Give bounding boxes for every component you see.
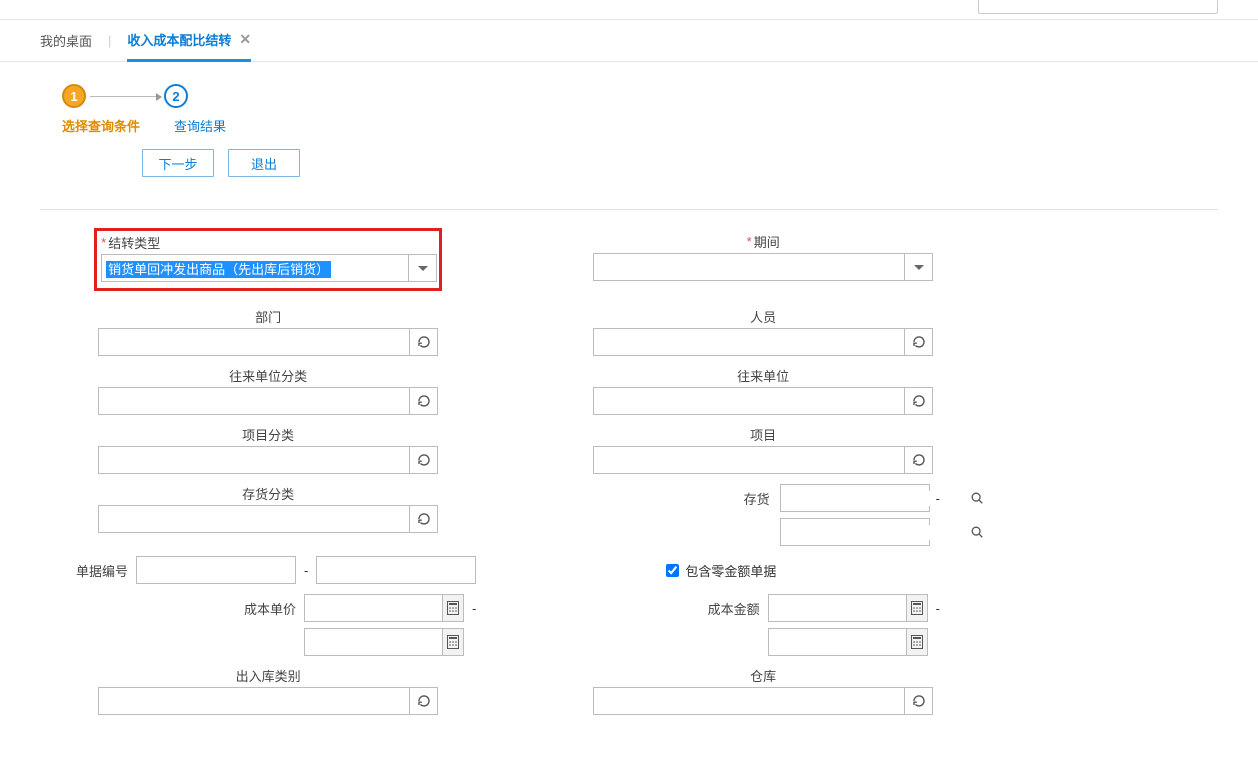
refresh-icon[interactable] (904, 447, 932, 473)
tab-separator: | (108, 33, 111, 48)
label-warehouse: 仓库 (750, 666, 776, 685)
step-2-label[interactable]: 查询结果 (174, 116, 226, 135)
partner-input[interactable] (593, 387, 933, 415)
label-transfer-type: * 结转类型 (101, 233, 437, 252)
calculator-icon[interactable] (906, 629, 927, 655)
range-dash: - (936, 601, 940, 616)
tab-desktop[interactable]: 我的桌面 (40, 21, 92, 60)
io-type-input[interactable] (98, 687, 438, 715)
range-dash: - (472, 601, 476, 616)
amount-cost-to-input[interactable] (768, 628, 928, 656)
label-partner-cat: 往来单位分类 (229, 366, 307, 385)
step-line (90, 96, 160, 97)
highlight-transfer-type: * 结转类型 销货单回冲发出商品（先出库后销货） (94, 228, 442, 291)
global-search-stub[interactable] (978, 0, 1218, 14)
chevron-down-icon[interactable] (904, 254, 932, 280)
calculator-icon[interactable] (442, 595, 463, 621)
exit-button[interactable]: 退出 (228, 149, 300, 177)
warehouse-input[interactable] (593, 687, 933, 715)
range-dash: - (304, 563, 308, 578)
refresh-icon[interactable] (904, 388, 932, 414)
unit-cost-from-input[interactable] (304, 594, 464, 622)
label-amount-cost: 成本金额 (708, 599, 760, 618)
close-icon[interactable]: ✕ (239, 31, 251, 48)
tab-active-label: 收入成本配比结转 (127, 30, 231, 49)
label-unit-cost: 成本单价 (244, 599, 296, 618)
step-2-circle[interactable]: 2 (164, 84, 188, 108)
period-select[interactable] (593, 253, 933, 281)
refresh-icon[interactable] (409, 329, 437, 355)
label-inventory-cat: 存货分类 (242, 484, 294, 503)
person-input[interactable] (593, 328, 933, 356)
calculator-icon[interactable] (906, 595, 927, 621)
refresh-icon[interactable] (409, 688, 437, 714)
label-partner: 往来单位 (737, 366, 789, 385)
dept-input[interactable] (98, 328, 438, 356)
next-button[interactable]: 下一步 (142, 149, 214, 177)
doc-no-from-input[interactable] (136, 556, 296, 584)
label-project-cat: 项目分类 (242, 425, 294, 444)
step-1-circle: 1 (62, 84, 86, 108)
inventory-cat-input[interactable] (98, 505, 438, 533)
inventory-from-input[interactable] (780, 484, 930, 512)
chevron-down-icon[interactable] (408, 255, 436, 281)
project-cat-input[interactable] (98, 446, 438, 474)
label-dept: 部门 (255, 307, 281, 326)
refresh-icon[interactable] (904, 329, 932, 355)
refresh-icon[interactable] (409, 447, 437, 473)
transfer-type-select[interactable]: 销货单回冲发出商品（先出库后销货） (101, 254, 437, 282)
partner-cat-input[interactable] (98, 387, 438, 415)
transfer-type-value: 销货单回冲发出商品（先出库后销货） (106, 261, 331, 278)
label-project: 项目 (750, 425, 776, 444)
include-zero-checkbox[interactable] (666, 564, 679, 577)
amount-cost-from-input[interactable] (768, 594, 928, 622)
step-1-label: 选择查询条件 (62, 116, 140, 135)
label-person: 人员 (750, 307, 776, 326)
label-doc-no: 单据编号 (60, 561, 128, 580)
refresh-icon[interactable] (904, 688, 932, 714)
refresh-icon[interactable] (409, 388, 437, 414)
label-io-type: 出入库类别 (236, 666, 301, 685)
wizard-steps: 1 2 (62, 84, 1196, 108)
unit-cost-to-input[interactable] (304, 628, 464, 656)
project-input[interactable] (593, 446, 933, 474)
tab-bar: 我的桌面 | 收入成本配比结转 ✕ (0, 20, 1258, 62)
label-inventory: 存货 (744, 489, 770, 508)
label-period: * 期间 (747, 232, 780, 251)
calculator-icon[interactable] (442, 629, 463, 655)
doc-no-to-input[interactable] (316, 556, 476, 584)
search-icon[interactable] (970, 525, 984, 539)
refresh-icon[interactable] (409, 506, 437, 532)
inventory-to-input[interactable] (780, 518, 930, 546)
label-include-zero: 包含零金额单据 (685, 561, 776, 580)
tab-revenue-cost-transfer[interactable]: 收入成本配比结转 ✕ (127, 20, 251, 62)
range-dash: - (936, 491, 940, 506)
search-icon[interactable] (970, 491, 984, 505)
